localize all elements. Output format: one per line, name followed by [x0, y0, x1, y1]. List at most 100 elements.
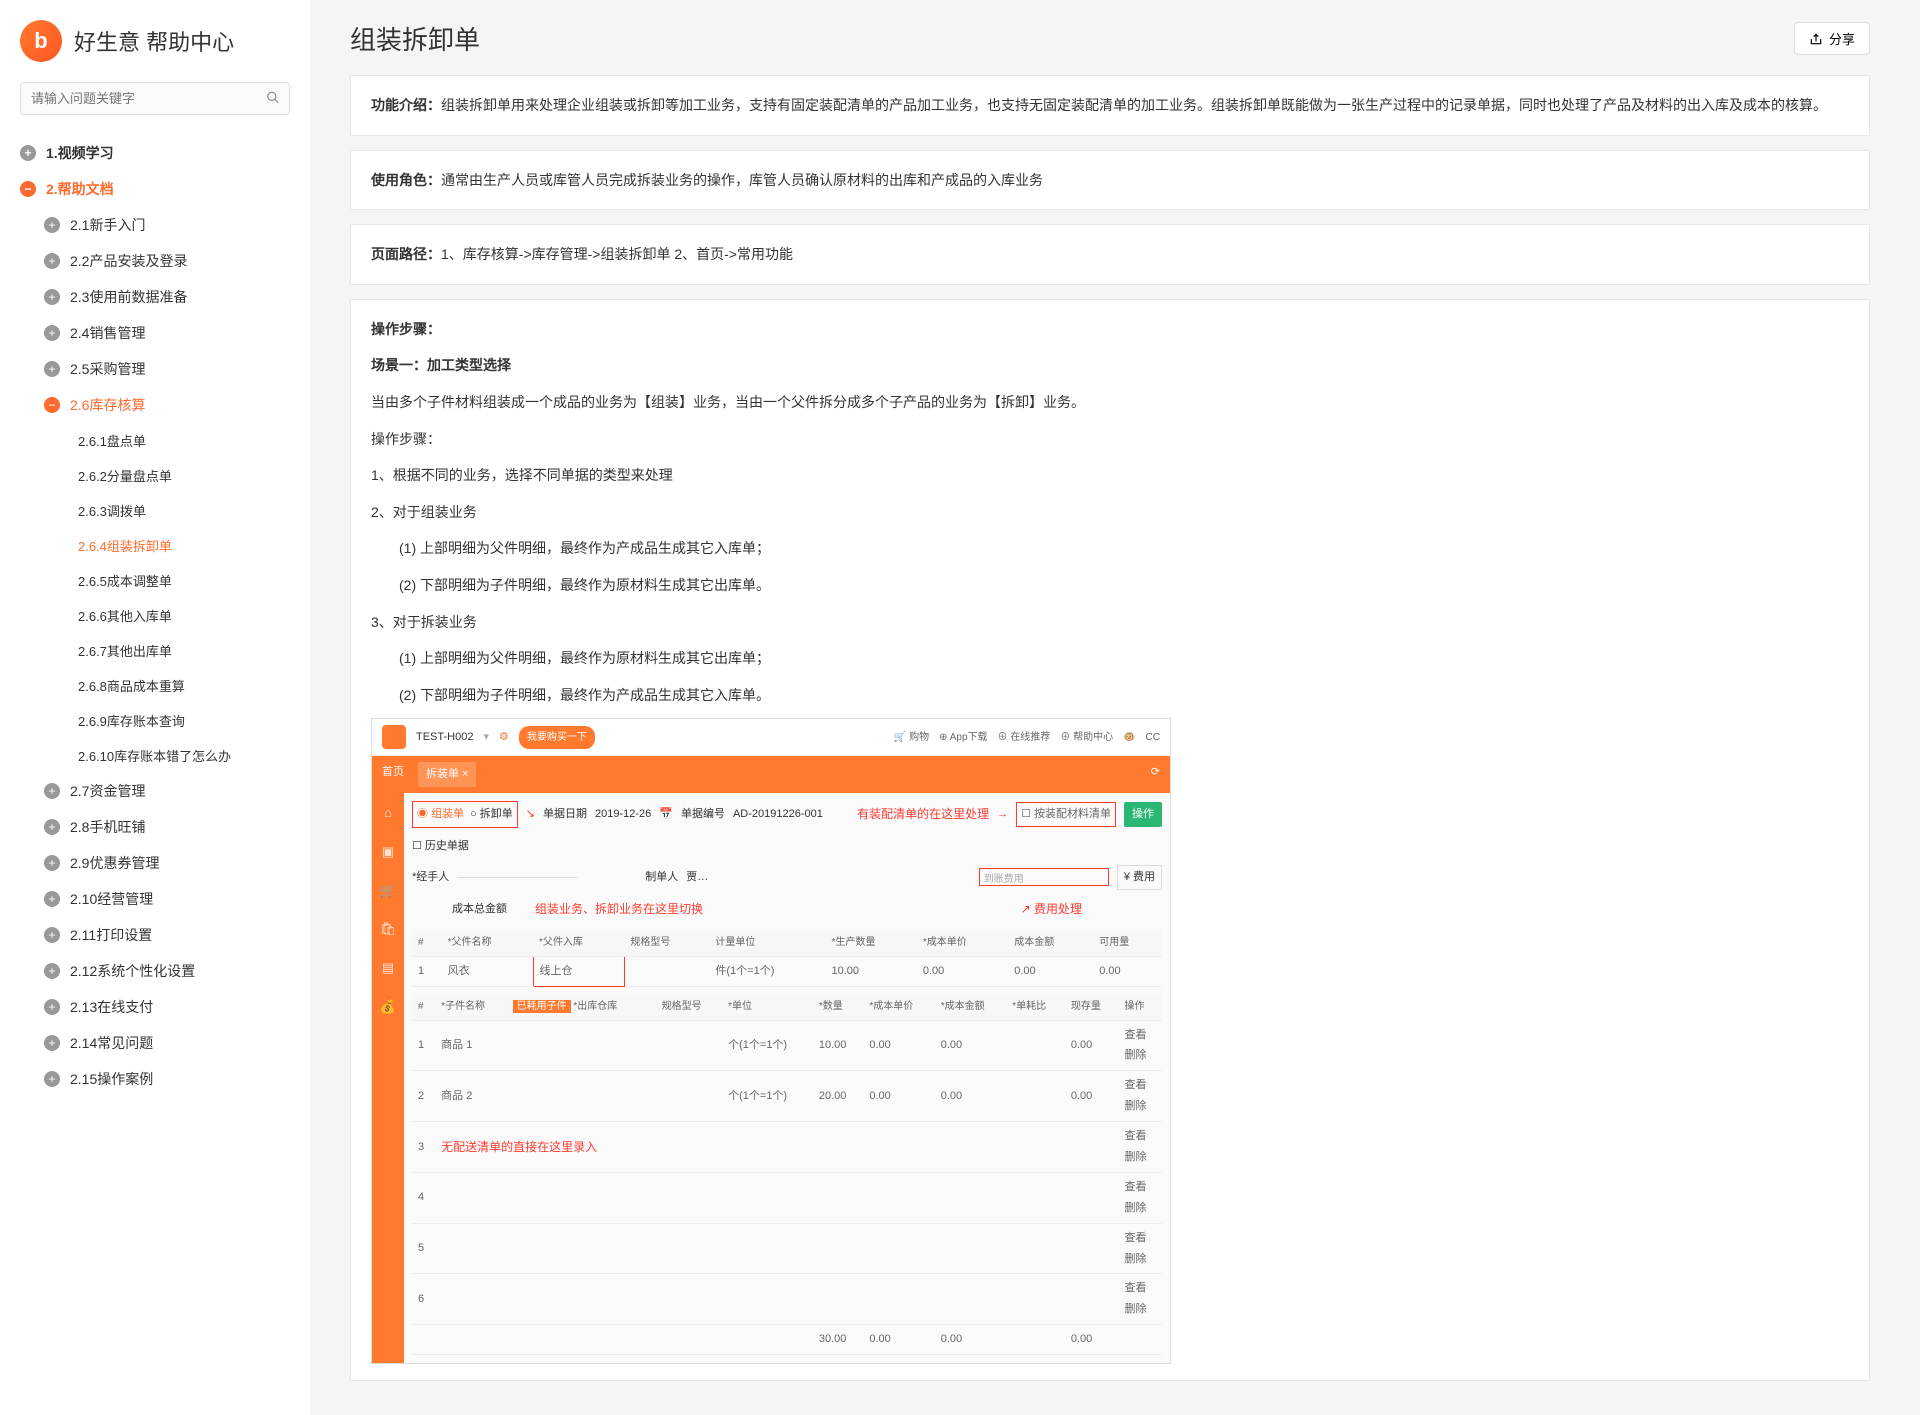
- nav-2-9[interactable]: +2.9优惠券管理: [20, 845, 290, 881]
- ss-acct-input: 到账费用: [979, 868, 1109, 886]
- ss-tabs: 首页 拆装单 × ⟳: [372, 756, 1170, 793]
- embedded-screenshot: TEST-H002 ▾ ⚙ 我要购买一下 🛒 购物 ⊕ App下载 ⊕ 在线推荐…: [371, 718, 1171, 1364]
- anno-bottom: 无配送清单的直接在这里录入: [441, 1140, 597, 1154]
- ss-date-label: 单据日期: [543, 804, 587, 825]
- table-row: 1 风衣 线上仓 件(1个=1个) 10.00 0.00 0.00 0.00: [412, 956, 1162, 986]
- ss-help: ⊕ 帮助中心: [1060, 728, 1113, 747]
- scene1-desc: 当由多个子件材料组装成一个成品的业务为【组装】业务，当由一个父件拆分成多个子产品…: [371, 389, 1849, 416]
- anno-mid: 组装业务、拆卸业务在这里切换: [535, 898, 703, 921]
- role-card: 使用角色：通常由生产人员或库管人员完成拆装业务的操作，库管人员确认原材料的出库和…: [350, 150, 1870, 211]
- ss-tab-home: 首页: [382, 762, 404, 787]
- table-row: 1商品 1 个(1个=1个)10.00 0.000.00 0.00 查看删除: [412, 1020, 1162, 1071]
- sidebar: b 好生意 帮助中心 +1.视频学习 −2.帮助文档 +2.1新手入门 +2.2…: [0, 0, 310, 1415]
- anno-top-right: 有装配清单的在这里处理: [857, 803, 989, 826]
- step3-2: (2) 下部明细为子件明细，最终作为产成品生成其它入库单。: [371, 682, 1849, 709]
- steps-card: 操作步骤： 场景一：加工类型选择 当由多个子件材料组装成一个成品的业务为【组装】…: [350, 299, 1870, 1381]
- doc-icon: ▤: [382, 956, 394, 981]
- table-row: 3无配送清单的直接在这里录入查看删除: [412, 1122, 1162, 1173]
- plus-icon: +: [44, 999, 60, 1015]
- plus-icon: +: [44, 891, 60, 907]
- nav-2-15[interactable]: +2.15操作案例: [20, 1061, 290, 1097]
- nav-2-5[interactable]: +2.5采购管理: [20, 351, 290, 387]
- page-title: 组装拆卸单: [350, 20, 480, 57]
- ss-doc-val: AD-20191226-001: [733, 804, 823, 825]
- ss-doc-label: 单据编号: [681, 804, 725, 825]
- table-row: 6查看删除: [412, 1274, 1162, 1325]
- nav-2-3[interactable]: +2.3使用前数据准备: [20, 279, 290, 315]
- nav-2-6-2[interactable]: 2.6.2分量盘点单: [20, 458, 290, 493]
- nav-2-6-10[interactable]: 2.6.10库存账本错了怎么办: [20, 738, 290, 773]
- arrow-icon: →: [997, 804, 1008, 825]
- ss-user: CC: [1146, 728, 1160, 747]
- ss-buy-pill: 我要购买一下: [519, 726, 595, 749]
- ss-avatar-icon: 🐵: [1123, 728, 1135, 747]
- steps-title: 操作步骤：: [371, 316, 1849, 343]
- nav-2-11[interactable]: +2.11打印设置: [20, 917, 290, 953]
- ss-handler: *经手人: [412, 867, 449, 888]
- plus-icon: +: [44, 963, 60, 979]
- nav-help-docs[interactable]: −2.帮助文档: [20, 171, 290, 207]
- nav-2-6-1[interactable]: 2.6.1盘点单: [20, 423, 290, 458]
- step3: 3、对于拆装业务: [371, 609, 1849, 636]
- steps-label: 操作步骤：: [371, 426, 1849, 453]
- nav-2-6-7[interactable]: 2.6.7其他出库单: [20, 633, 290, 668]
- plus-icon: +: [44, 361, 60, 377]
- nav-2-6-9[interactable]: 2.6.9库存账本查询: [20, 703, 290, 738]
- step3-1: (1) 上部明细为父件明细，最终作为原材料生成其它出库单；: [371, 645, 1849, 672]
- minus-icon: −: [20, 181, 36, 197]
- path-text: 1、库存核算->库存管理->组装拆卸单 2、首页->常用功能: [441, 246, 793, 262]
- ss-refer: ⊕ 在线推荐: [998, 728, 1051, 747]
- nav-2-6-8[interactable]: 2.6.8商品成本重算: [20, 668, 290, 703]
- nav-2-6-3[interactable]: 2.6.3调拨单: [20, 493, 290, 528]
- ss-child-table: # *子件名称 已耗用子件 *出库仓库 规格型号 *单位 *数量 *成本单价 *…: [412, 993, 1162, 1356]
- nav-2-10[interactable]: +2.10经营管理: [20, 881, 290, 917]
- nav-2-1[interactable]: +2.1新手入门: [20, 207, 290, 243]
- ss-header: TEST-H002 ▾ ⚙ 我要购买一下 🛒 购物 ⊕ App下载 ⊕ 在线推荐…: [372, 719, 1170, 756]
- logo: b 好生意 帮助中心: [20, 20, 290, 62]
- nav-2-8[interactable]: +2.8手机旺铺: [20, 809, 290, 845]
- ss-logo-icon: [382, 725, 406, 749]
- nav-2-6-4[interactable]: 2.6.4组装拆卸单: [20, 528, 290, 563]
- plus-icon: +: [44, 253, 60, 269]
- ss-maker-val: 贾…: [686, 867, 708, 888]
- main-content: 组装拆卸单 分享 功能介绍：组装拆卸单用来处理企业组装或拆卸等加工业务，支持有固…: [310, 0, 1910, 1415]
- cart-icon: 🛒: [380, 879, 396, 904]
- ss-app: ⊕ App下载: [939, 728, 987, 747]
- table-row: 2商品 2 个(1个=1个)20.00 0.000.00 0.00 查看删除: [412, 1071, 1162, 1122]
- nav-2-6-6[interactable]: 2.6.6其他入库单: [20, 598, 290, 633]
- nav-2-6[interactable]: −2.6库存核算: [20, 387, 290, 423]
- ss-fee-btn: ¥ 费用: [1117, 865, 1162, 890]
- anno-fee: ↗ 费用处理: [1021, 898, 1082, 921]
- ss-header-code: TEST-H002: [416, 727, 473, 748]
- intro-label: 功能介绍：: [371, 97, 441, 113]
- nav-2-2[interactable]: +2.2产品安装及登录: [20, 243, 290, 279]
- nav-2-7[interactable]: +2.7资金管理: [20, 773, 290, 809]
- plus-icon: +: [44, 1071, 60, 1087]
- ss-op-btn: 操作: [1124, 802, 1162, 827]
- nav-video-learning[interactable]: +1.视频学习: [20, 135, 290, 171]
- search-icon[interactable]: [266, 90, 280, 107]
- share-icon: [1809, 32, 1823, 46]
- bag-icon: 🛍: [380, 917, 397, 942]
- nav-2-14[interactable]: +2.14常见问题: [20, 1025, 290, 1061]
- ss-cost-total: 成本总金额: [452, 899, 507, 920]
- search-input[interactable]: [20, 82, 290, 115]
- nav-2-12[interactable]: +2.12系统个性化设置: [20, 953, 290, 989]
- nav-2-4[interactable]: +2.4销售管理: [20, 315, 290, 351]
- ss-history: ☐ 历史单据: [412, 836, 469, 857]
- share-button[interactable]: 分享: [1794, 22, 1870, 55]
- ss-type-radio: ◉ 组装单 ○ 拆卸单: [412, 801, 518, 828]
- plus-icon: +: [44, 1035, 60, 1051]
- home-icon: ⌂: [384, 801, 392, 826]
- ss-left-nav: ⌂ ▣ 🛒 🛍 ▤ 💰: [372, 793, 404, 1363]
- wallet-icon: 💰: [380, 995, 396, 1020]
- step2-2: (2) 下部明细为子件明细，最终作为原材料生成其它出库单。: [371, 572, 1849, 599]
- nav-2-13[interactable]: +2.13在线支付: [20, 989, 290, 1025]
- path-label: 页面路径：: [371, 246, 441, 262]
- ss-maker: 制单人: [645, 867, 678, 888]
- scene1-title: 场景一：加工类型选择: [371, 352, 1849, 379]
- search-box: [20, 82, 290, 115]
- minus-icon: −: [44, 397, 60, 413]
- step1: 1、根据不同的业务，选择不同单据的类型来处理: [371, 462, 1849, 489]
- nav-2-6-5[interactable]: 2.6.5成本调整单: [20, 563, 290, 598]
